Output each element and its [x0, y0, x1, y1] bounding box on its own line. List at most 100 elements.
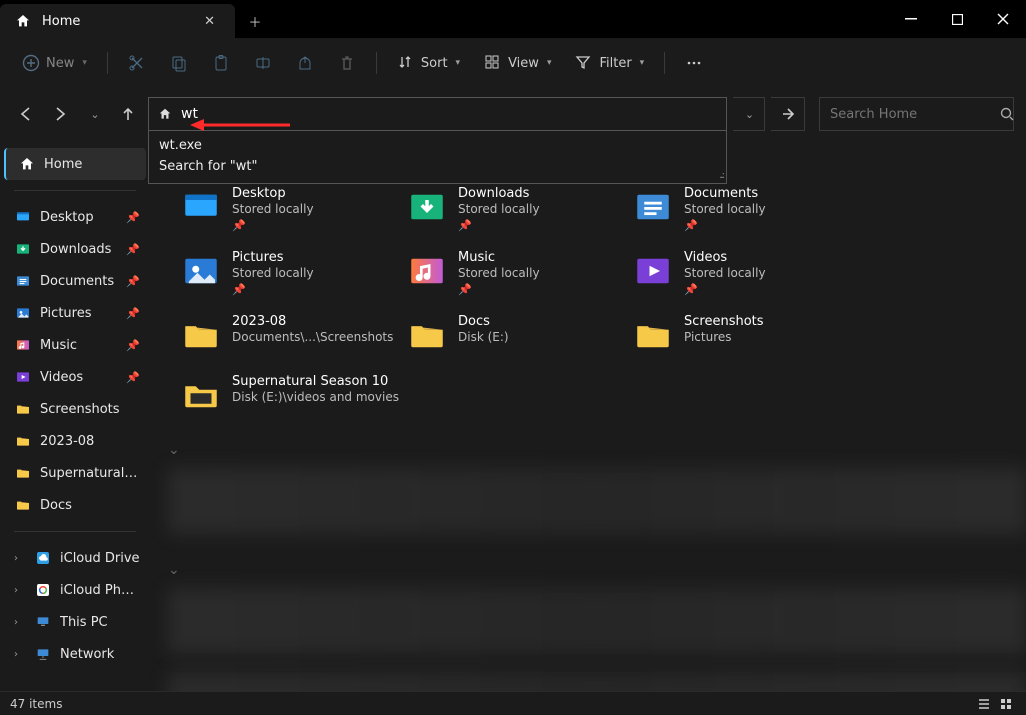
sidebar-item-label: This PC [60, 615, 140, 630]
maximize-button[interactable] [934, 0, 980, 38]
new-tab-button[interactable]: ＋ [235, 4, 275, 38]
pin-icon: 📌 [126, 307, 140, 320]
more-button[interactable] [677, 48, 711, 78]
paste-button[interactable] [204, 48, 238, 78]
details-view-button[interactable] [974, 695, 994, 713]
search-input[interactable] [830, 107, 1000, 122]
sidebar-item-videos[interactable]: Videos 📌 [0, 361, 150, 393]
address-go-button[interactable] [771, 97, 805, 131]
item-title: Music [458, 250, 540, 265]
item-title: Supernatural Season 10 [232, 374, 399, 389]
sort-button[interactable]: Sort ▾ [389, 48, 468, 78]
searchbar[interactable] [819, 97, 1014, 131]
chevron-down-icon: ▾ [82, 58, 87, 68]
folder-item[interactable]: Music Stored locally 📌 [406, 250, 626, 296]
chevron-right-icon: › [14, 617, 24, 628]
sidebar-item-label: Screenshots [40, 402, 140, 417]
suggestion-item[interactable]: wt.exe [149, 135, 726, 156]
sidebar-item-desktop[interactable]: Desktop 📌 [0, 201, 150, 233]
close-button[interactable] [980, 0, 1026, 38]
item-count: 47 items [10, 697, 62, 711]
sidebar-item-2023-08[interactable]: 2023-08 [0, 425, 150, 457]
folder-item[interactable]: Videos Stored locally 📌 [632, 250, 852, 296]
delete-button[interactable] [330, 48, 364, 78]
icons-view-button[interactable] [996, 695, 1016, 713]
folder-item[interactable]: Docs Disk (E:) [406, 314, 626, 356]
rename-button[interactable] [246, 48, 280, 78]
item-title: Docs [458, 314, 509, 329]
recent-button[interactable]: ⌄ [80, 100, 108, 128]
sidebar-item-screenshots[interactable]: Screenshots [0, 393, 150, 425]
addressbar[interactable]: wt.exe Search for "wt" ..: [148, 97, 727, 131]
sidebar-item-supernatural-season-10[interactable]: Supernatural Season 10 [0, 457, 150, 489]
sidebar-item-label: Pictures [40, 306, 118, 321]
sidebar-item-icloud-drive[interactable]: › iCloud Drive [0, 542, 150, 574]
sidebar-item-home[interactable]: Home [4, 148, 146, 180]
sidebar-item-downloads[interactable]: Downloads 📌 [0, 233, 150, 265]
pin-icon: 📌 [232, 219, 314, 232]
address-input[interactable] [181, 106, 718, 122]
sidebar-item-label: Docs [40, 498, 140, 513]
share-button[interactable] [288, 48, 322, 78]
videos-icon [14, 368, 32, 386]
sidebar-item-label: Documents [40, 274, 118, 289]
new-button[interactable]: New ▾ [14, 48, 95, 78]
tab-close-button[interactable]: ✕ [198, 12, 221, 31]
sort-icon [397, 54, 415, 72]
copy-icon [170, 54, 188, 72]
item-title: Desktop [232, 186, 314, 201]
sidebar-item-network[interactable]: › Network [0, 638, 150, 670]
pin-icon: 📌 [684, 283, 766, 296]
search-icon [1000, 107, 1014, 121]
up-button[interactable] [114, 100, 142, 128]
item-subtitle: Stored locally [684, 202, 766, 216]
sidebar-item-pictures[interactable]: Pictures 📌 [0, 297, 150, 329]
suggestion-item[interactable]: Search for "wt" [149, 156, 726, 177]
forward-button[interactable] [46, 100, 74, 128]
folder-item[interactable]: Screenshots Pictures [632, 314, 852, 356]
folder-item[interactable]: Desktop Stored locally 📌 [180, 186, 400, 232]
chevron-down-icon[interactable]: ⌄ [168, 442, 1026, 458]
pin-icon: 📌 [126, 275, 140, 288]
folder-icon [14, 496, 32, 514]
new-label: New [46, 56, 74, 71]
sidebar-item-documents[interactable]: Documents 📌 [0, 265, 150, 297]
ellipsis-icon [685, 54, 703, 72]
pictures-icon [180, 250, 222, 292]
folder-item[interactable]: Documents Stored locally 📌 [632, 186, 852, 232]
item-title: Documents [684, 186, 766, 201]
home-icon [14, 12, 32, 30]
sidebar-item-docs[interactable]: Docs [0, 489, 150, 521]
folder-item[interactable]: 2023-08 Documents\...\Screenshots [180, 314, 400, 356]
item-subtitle: Documents\...\Screenshots [232, 330, 393, 344]
grid-icon [484, 54, 502, 72]
music-icon [14, 336, 32, 354]
sidebar-item-icloud-photos[interactable]: › iCloud Photos [0, 574, 150, 606]
item-title: Pictures [232, 250, 314, 265]
sidebar-item-this-pc[interactable]: › This PC [0, 606, 150, 638]
folder-item[interactable]: Pictures Stored locally 📌 [180, 250, 400, 296]
documents-icon [632, 186, 674, 228]
tab-home[interactable]: Home ✕ [0, 4, 235, 38]
chevron-down-icon[interactable]: ⌄ [168, 562, 1026, 578]
item-subtitle: Stored locally [684, 266, 766, 280]
folder-item[interactable]: Downloads Stored locally 📌 [406, 186, 626, 232]
cut-button[interactable] [120, 48, 154, 78]
item-subtitle: Stored locally [232, 266, 314, 280]
sidebar-item-label: iCloud Photos [60, 583, 140, 598]
item-subtitle: Pictures [684, 330, 764, 344]
blurred-row [168, 588, 1026, 654]
address-history-button[interactable]: ⌄ [733, 97, 765, 131]
back-button[interactable] [12, 100, 40, 128]
sidebar-item-music[interactable]: Music 📌 [0, 329, 150, 361]
item-subtitle: Disk (E:) [458, 330, 509, 344]
item-subtitle: Stored locally [458, 266, 540, 280]
filter-button[interactable]: Filter ▾ [567, 48, 652, 78]
item-subtitle: Stored locally [458, 202, 540, 216]
minimize-button[interactable] [888, 0, 934, 38]
folder-item[interactable]: Supernatural Season 10 Disk (E:)\videos … [180, 374, 400, 416]
plus-circle-icon [22, 54, 40, 72]
view-button[interactable]: View ▾ [476, 48, 559, 78]
pin-icon: 📌 [684, 219, 766, 232]
copy-button[interactable] [162, 48, 196, 78]
